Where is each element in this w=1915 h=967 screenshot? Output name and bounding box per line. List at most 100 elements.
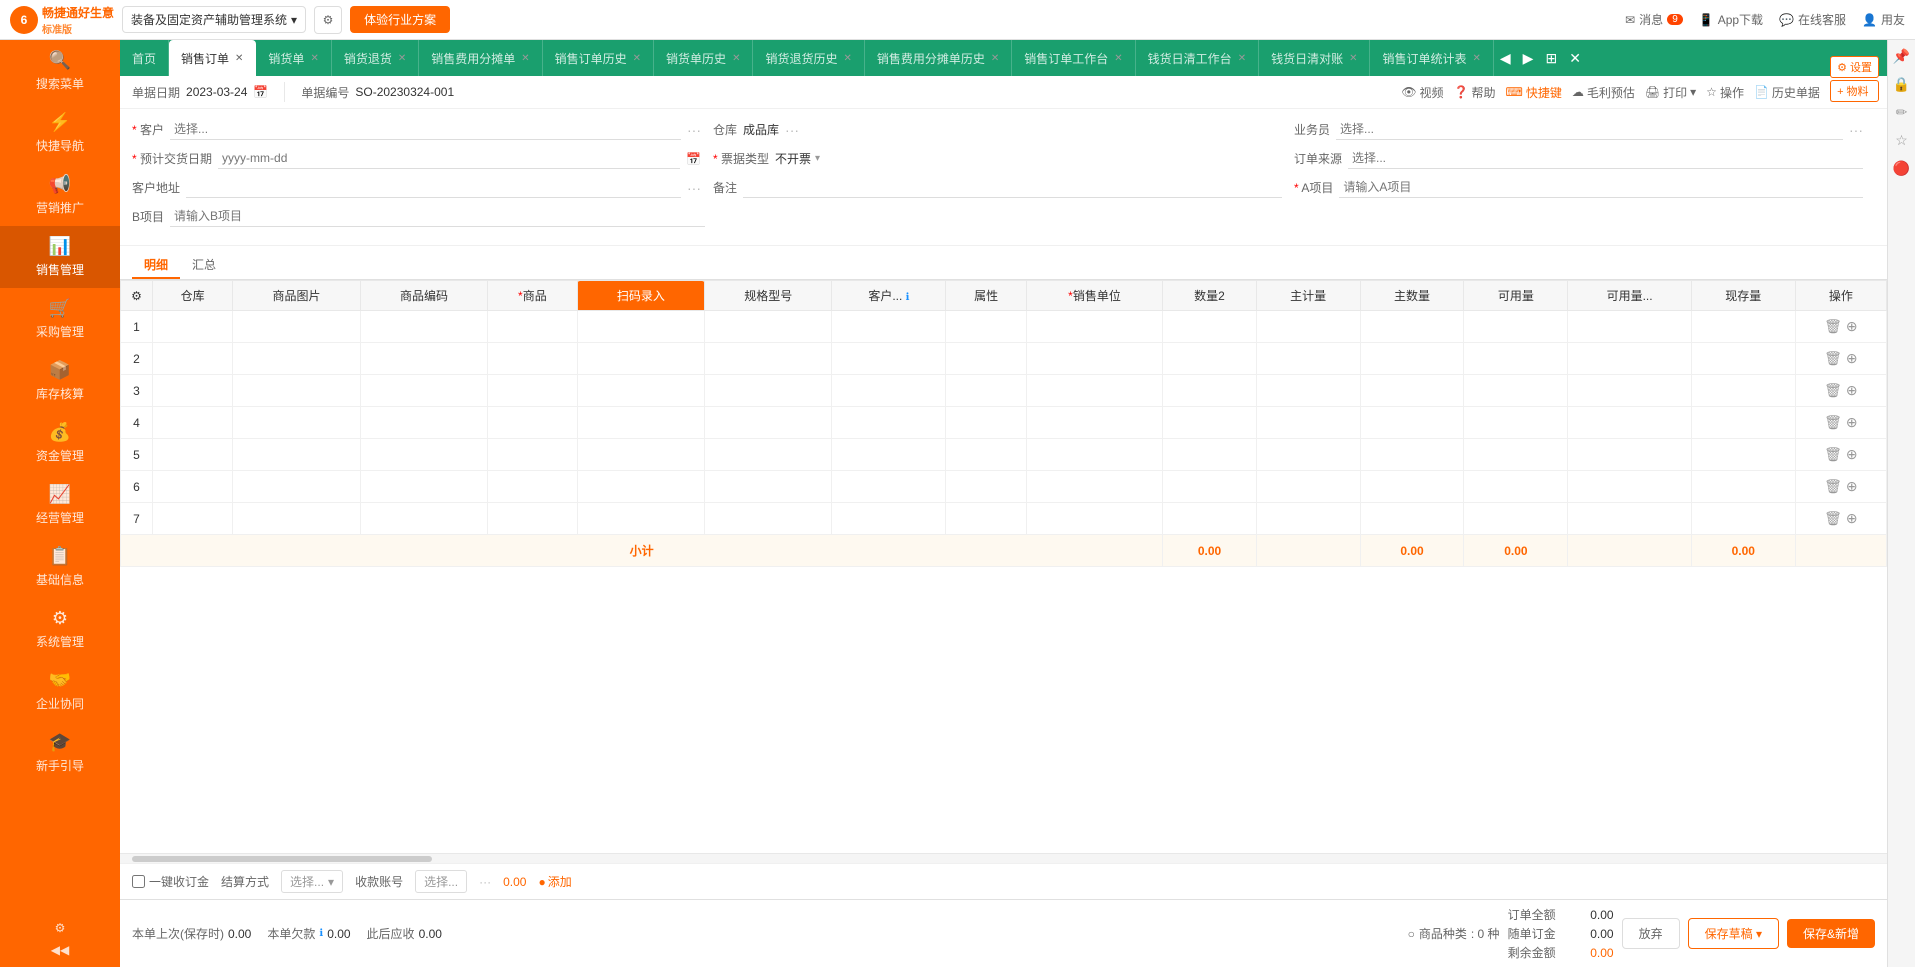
sidebar-item-collab[interactable]: 🤝 企业协同 [0, 660, 120, 722]
tab-sales-order-close[interactable]: ✕ [235, 53, 243, 64]
sidebar-item-basic[interactable]: 📋 基础信息 [0, 536, 120, 598]
row-2-scan[interactable] [577, 343, 704, 375]
side-material-btn[interactable]: + 物料 [1830, 80, 1879, 102]
tab-cash-reconcile[interactable]: 钱货日清对账 ✕ [1259, 40, 1370, 76]
tab-sales-fee-close[interactable]: ✕ [521, 53, 529, 64]
sidebar-item-purchase[interactable]: 🛒 采购管理 [0, 288, 120, 350]
discard-button[interactable]: 放弃 [1622, 918, 1680, 949]
tab-return-history[interactable]: 销货退货历史 ✕ [753, 40, 864, 76]
right-panel-pin-icon[interactable]: 📌 [1890, 44, 1914, 68]
tab-sales-stats[interactable]: 销售订单统计表 ✕ [1370, 40, 1493, 76]
side-settings-btn[interactable]: ⚙ 设置 [1830, 76, 1879, 78]
row-1-main-unit[interactable] [1256, 311, 1360, 343]
delivery-date-input[interactable] [218, 148, 680, 169]
tab-detail[interactable]: 明细 [132, 252, 180, 279]
sidebar-item-finance[interactable]: 💰 资金管理 [0, 412, 120, 474]
salesperson-input[interactable] [1336, 119, 1843, 140]
project-a-input[interactable] [1339, 177, 1863, 198]
print-btn[interactable]: 🖨 打印 ▾ [1645, 84, 1696, 101]
tab-nav-prev[interactable]: ◀ [1494, 40, 1517, 76]
row-2-main-unit[interactable] [1256, 343, 1360, 375]
order-source-input[interactable] [1348, 148, 1863, 169]
right-panel-alert-icon[interactable]: 🔴 [1890, 156, 1914, 180]
h-scrollbar-thumb[interactable] [132, 856, 432, 862]
profit-btn[interactable]: ☁ 毛利预估 [1572, 84, 1635, 101]
row-2-warehouse[interactable] [153, 343, 233, 375]
row-1-code[interactable] [360, 311, 487, 343]
tab-order-history-close[interactable]: ✕ [633, 53, 641, 64]
history-btn[interactable]: 📄 历史单据 [1754, 84, 1820, 101]
invoice-type-select[interactable]: 不开票 ▾ [775, 150, 820, 167]
salesperson-dots[interactable]: ··· [1849, 122, 1863, 138]
row-5-copy-btn[interactable]: ⊕ [1846, 446, 1858, 463]
shortcut-btn[interactable]: ⌨ 快捷键 [1506, 84, 1562, 101]
row-2-attribute[interactable] [946, 343, 1026, 375]
tab-home[interactable]: 首页 [120, 40, 169, 76]
account-dots[interactable]: ··· [479, 875, 491, 889]
sidebar-item-nav[interactable]: ⚡ 快捷导航 [0, 102, 120, 164]
save-draft-button[interactable]: 保存草稿 ▾ [1688, 918, 1779, 949]
sidebar-item-inventory[interactable]: 📦 库存核算 [0, 350, 120, 412]
row-5-delete-btn[interactable]: 🗑 [1824, 446, 1842, 463]
tab-order-history[interactable]: 销售订单历史 ✕ [543, 40, 654, 76]
save-new-button[interactable]: 保存&新增 [1787, 919, 1875, 948]
settings-icon-btn[interactable]: ⚙ [314, 6, 342, 34]
right-panel-lock-icon[interactable]: 🔒 [1890, 72, 1914, 96]
tab-sales-order[interactable]: 销售订单 ✕ [169, 40, 256, 76]
row-4-copy-btn[interactable]: ⊕ [1846, 414, 1858, 431]
settlement-select[interactable]: 选择... ▾ [281, 870, 343, 893]
tab-cash-workbench-close[interactable]: ✕ [1238, 53, 1246, 64]
tab-bill-history-close[interactable]: ✕ [732, 53, 740, 64]
row-1-stock[interactable] [1691, 311, 1795, 343]
row-1-warehouse[interactable] [153, 311, 233, 343]
solution-button[interactable]: 体验行业方案 [350, 6, 450, 33]
row-1-goods[interactable] [488, 311, 578, 343]
help-btn[interactable]: ❓ 帮助 [1454, 84, 1496, 101]
row-1-available[interactable] [1464, 311, 1568, 343]
row-3-warehouse[interactable] [153, 375, 233, 407]
row-2-stock[interactable] [1691, 343, 1795, 375]
row-1-attribute[interactable] [946, 311, 1026, 343]
tab-bill-history[interactable]: 销货单历史 ✕ [654, 40, 753, 76]
row-3-delete-btn[interactable]: 🗑 [1824, 382, 1842, 399]
tab-sales-stats-close[interactable]: ✕ [1473, 53, 1481, 64]
row-2-customer-code[interactable] [832, 343, 946, 375]
address-input[interactable] [186, 177, 681, 198]
delivery-cal-icon[interactable]: 📅 [686, 152, 701, 166]
sidebar-item-marketing[interactable]: 📢 营销推广 [0, 164, 120, 226]
remark-input[interactable] [743, 177, 1282, 198]
row-2-code[interactable] [360, 343, 487, 375]
row-1-unit[interactable] [1026, 311, 1163, 343]
tab-sales-fee[interactable]: 销售费用分摊单 ✕ [419, 40, 542, 76]
add-payment-btn[interactable]: ● 添加 [538, 873, 571, 890]
sidebar-item-search[interactable]: 🔍 搜索菜单 [0, 40, 120, 102]
tab-nav-expand[interactable]: ⊞ [1539, 40, 1563, 76]
row-2-available2[interactable] [1568, 343, 1691, 375]
sidebar-collapse[interactable]: ◀◀ [51, 943, 69, 957]
warehouse-dots[interactable]: ··· [785, 122, 799, 138]
tab-sales-return[interactable]: 销货退货 ✕ [332, 40, 419, 76]
tab-order-workbench-close[interactable]: ✕ [1114, 53, 1122, 64]
tab-nav-next[interactable]: ▶ [1517, 40, 1540, 76]
row-1-copy-btn[interactable]: ⊕ [1846, 318, 1858, 335]
address-dots[interactable]: ··· [687, 180, 701, 196]
row-1-main-qty[interactable] [1360, 311, 1464, 343]
sidebar-item-management[interactable]: 📈 经营管理 [0, 474, 120, 536]
tab-return-history-close[interactable]: ✕ [843, 53, 851, 64]
row-2-spec[interactable] [705, 343, 832, 375]
row-1-customer-code[interactable] [832, 311, 946, 343]
operation-btn[interactable]: ☆ 操作 [1706, 84, 1744, 101]
online-service-item[interactable]: 💬 在线客服 [1779, 11, 1846, 28]
project-b-input[interactable] [170, 206, 705, 227]
row-2-unit[interactable] [1026, 343, 1163, 375]
tab-sales-bill[interactable]: 销货单 ✕ [256, 40, 331, 76]
row-7-copy-btn[interactable]: ⊕ [1846, 510, 1858, 527]
tab-cash-workbench[interactable]: 钱货日清工作台 ✕ [1136, 40, 1259, 76]
row-1-spec[interactable] [705, 311, 832, 343]
app-download-item[interactable]: 📱 App下载 [1699, 11, 1763, 28]
col-scan[interactable]: 扫码录入 [577, 281, 704, 311]
tab-sales-bill-close[interactable]: ✕ [310, 53, 318, 64]
customer-input[interactable] [170, 119, 681, 140]
row-2-goods[interactable] [488, 343, 578, 375]
customer-dots[interactable]: ··· [687, 122, 701, 138]
